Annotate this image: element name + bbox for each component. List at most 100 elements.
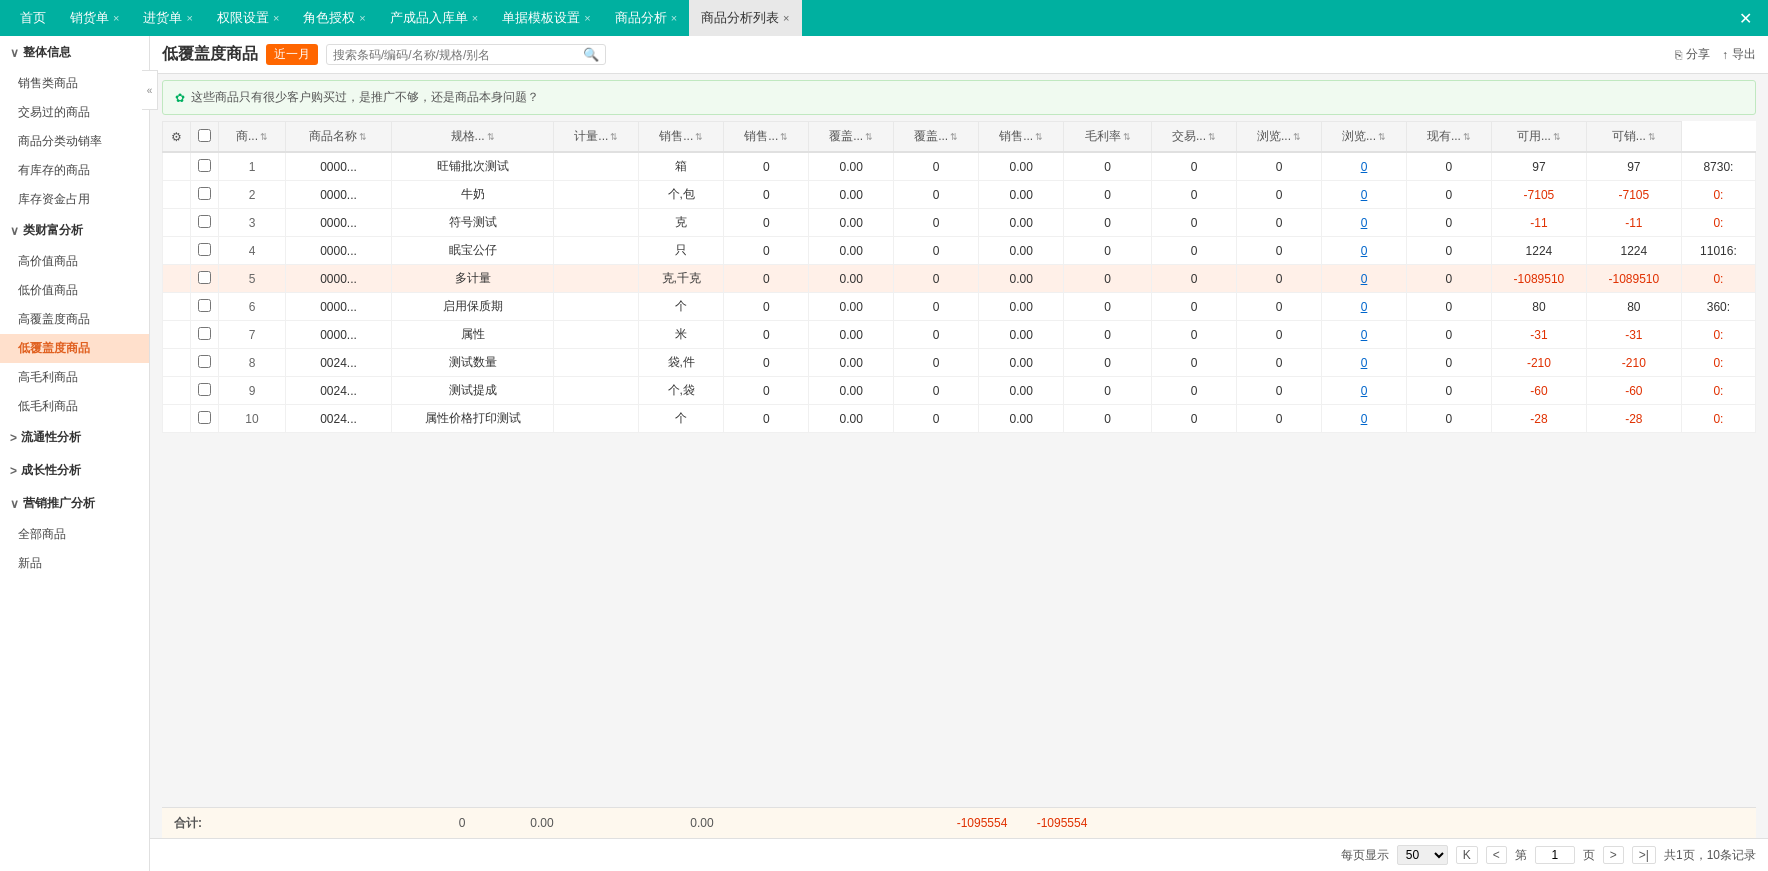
last-page-button[interactable]: >|	[1632, 846, 1656, 864]
sidebar-item-all-goods[interactable]: 全部商品	[0, 520, 149, 549]
footer-sales-qty: 0	[422, 814, 502, 832]
nav-finished-goods[interactable]: 产成品入库单 ×	[378, 0, 490, 36]
col-coverage-a[interactable]: 覆盖...⇅	[809, 122, 894, 153]
page-size-select[interactable]: 50 20 100 200	[1397, 845, 1448, 865]
row-checkbox[interactable]	[198, 411, 211, 424]
sidebar-item-stock-capital[interactable]: 库存资金占用	[0, 185, 149, 214]
nav-role-auth-close[interactable]: ×	[359, 12, 365, 24]
first-page-button[interactable]: K	[1456, 846, 1478, 864]
col-unit[interactable]: 计量...⇅	[554, 122, 639, 153]
row-checkbox[interactable]	[198, 327, 211, 340]
nav-home[interactable]: 首页	[8, 0, 58, 36]
prev-page-button[interactable]: <	[1486, 846, 1507, 864]
sidebar-item-sales-goods[interactable]: 销售类商品	[0, 69, 149, 98]
nav-finished-goods-close[interactable]: ×	[472, 12, 478, 24]
table-row: 60000...启用保质期个00.0000.00000008080360:	[163, 293, 1756, 321]
info-icon: ✿	[175, 91, 185, 105]
footer-spacer3	[742, 821, 942, 825]
table-row: 70000...属性米00.0000.0000000-31-310:	[163, 321, 1756, 349]
col-browse-b[interactable]: 浏览...⇅	[1322, 122, 1407, 153]
content-area: 低覆盖度商品 近一月 🔍 ⎘ 分享 ↑ 导出 ✿ 这些商品只有很少客户购买过，是…	[150, 36, 1768, 871]
period-button[interactable]: 近一月	[266, 44, 318, 65]
col-name[interactable]: 商品名称⇅	[286, 122, 392, 153]
row-checkbox[interactable]	[198, 383, 211, 396]
nav-role-auth[interactable]: 角色授权 ×	[291, 0, 377, 36]
footer-label: 合计:	[174, 815, 202, 832]
next-page-button[interactable]: >	[1603, 846, 1624, 864]
col-browse-a[interactable]: 浏览...⇅	[1237, 122, 1322, 153]
sidebar-item-traded-goods[interactable]: 交易过的商品	[0, 98, 149, 127]
nav-product-analysis-close[interactable]: ×	[671, 12, 677, 24]
footer-available: -1095554	[1022, 814, 1102, 832]
nav-purchase-order[interactable]: 进货单 ×	[131, 0, 204, 36]
sidebar-item-low-value[interactable]: 低价值商品	[0, 276, 149, 305]
footer-sales-amt: 0.00	[502, 814, 582, 832]
page-number-input[interactable]	[1535, 846, 1575, 864]
search-icon[interactable]: 🔍	[583, 47, 599, 62]
nav-permissions[interactable]: 权限设置 ×	[205, 0, 291, 36]
nav-permissions-close[interactable]: ×	[273, 12, 279, 24]
sidebar-item-high-value[interactable]: 高价值商品	[0, 247, 149, 276]
export-icon: ↑	[1722, 48, 1728, 62]
window-close-button[interactable]: ✕	[1731, 9, 1760, 28]
col-sales-c[interactable]: 销售...⇅	[979, 122, 1064, 153]
search-input[interactable]	[333, 48, 583, 62]
export-button[interactable]: ↑ 导出	[1722, 46, 1756, 63]
row-checkbox[interactable]	[198, 271, 211, 284]
nav-purchase-order-close[interactable]: ×	[186, 12, 192, 24]
table-footer: 合计: 0 0.00 0.00 -1095554 -1095554	[162, 807, 1756, 838]
nav-template-settings[interactable]: 单据模板设置 ×	[490, 0, 602, 36]
footer-spacer2	[582, 821, 662, 825]
search-box: 🔍	[326, 44, 606, 65]
col-sales-qty[interactable]: 销售...⇅	[639, 122, 724, 153]
nav-template-settings-close[interactable]: ×	[584, 12, 590, 24]
sidebar-item-high-coverage[interactable]: 高覆盖度商品	[0, 305, 149, 334]
total-info: 共1页，10条记录	[1664, 847, 1756, 864]
share-button[interactable]: ⎘ 分享	[1675, 46, 1710, 63]
table-row: 50000...多计量克,千克00.0000.0000000-1089510-1…	[163, 265, 1756, 293]
table-wrapper[interactable]: ⚙ 商...⇅ 商品名称⇅ 规格...⇅ 计量...⇅ 销售...⇅ 销售...…	[162, 121, 1756, 807]
nav-sales-order[interactable]: 销货单 ×	[58, 0, 131, 36]
col-coverage-b[interactable]: 覆盖...⇅	[894, 122, 979, 153]
nav-product-analysis-list-close[interactable]: ×	[783, 12, 789, 24]
col-trade[interactable]: 交易...⇅	[1152, 122, 1237, 153]
pagination-bar: 每页显示 50 20 100 200 K < 第 页 > >| 共1页，10条记…	[150, 838, 1768, 871]
header-actions: ⎘ 分享 ↑ 导出	[1675, 46, 1756, 63]
sidebar-section-wealth[interactable]: ∨ 类财富分析	[0, 214, 149, 247]
nav-product-analysis-list[interactable]: 商品分析列表 ×	[689, 0, 801, 36]
sidebar-item-low-margin[interactable]: 低毛利商品	[0, 392, 149, 421]
sidebar-item-low-coverage[interactable]: 低覆盖度商品	[0, 334, 149, 363]
col-sellable[interactable]: 可销...⇅	[1586, 122, 1681, 153]
sidebar-item-stocked-goods[interactable]: 有库存的商品	[0, 156, 149, 185]
sidebar-section-liquidity[interactable]: > 流通性分析	[0, 421, 149, 454]
nav-product-analysis[interactable]: 商品分析 ×	[603, 0, 689, 36]
row-checkbox[interactable]	[198, 299, 211, 312]
footer-current-stock: -1095554	[942, 814, 1022, 832]
main-layout: ∨ 整体信息 销售类商品 交易过的商品 商品分类动销率 有库存的商品 库存资金占…	[0, 36, 1768, 871]
col-sales-amt[interactable]: 销售...⇅	[724, 122, 809, 153]
sidebar-item-category-rate[interactable]: 商品分类动销率	[0, 127, 149, 156]
col-available[interactable]: 可用...⇅	[1491, 122, 1586, 153]
sidebar-item-new-goods[interactable]: 新品	[0, 549, 149, 578]
sidebar-item-high-margin[interactable]: 高毛利商品	[0, 363, 149, 392]
row-checkbox[interactable]	[198, 187, 211, 200]
top-nav: 首页 销货单 × 进货单 × 权限设置 × 角色授权 × 产成品入库单 × 单据…	[0, 0, 1768, 36]
row-checkbox[interactable]	[198, 159, 211, 172]
col-checkbox[interactable]	[191, 122, 219, 153]
table-row: 90024...测试提成个,袋00.0000.0000000-60-600:	[163, 377, 1756, 405]
row-checkbox[interactable]	[198, 215, 211, 228]
sidebar-section-overview[interactable]: ∨ 整体信息	[0, 36, 149, 69]
row-checkbox[interactable]	[198, 243, 211, 256]
sidebar-section-marketing[interactable]: ∨ 营销推广分析	[0, 487, 149, 520]
nav-sales-order-close[interactable]: ×	[113, 12, 119, 24]
col-current-stock[interactable]: 现有...⇅	[1406, 122, 1491, 153]
sidebar-collapse-button[interactable]: «	[142, 70, 158, 110]
arrow-icon-4: >	[10, 464, 17, 478]
col-spec[interactable]: 规格...⇅	[391, 122, 553, 153]
row-checkbox[interactable]	[198, 355, 211, 368]
col-gross-rate[interactable]: 毛利率⇅	[1064, 122, 1152, 153]
select-all-checkbox[interactable]	[198, 129, 211, 142]
col-code[interactable]: 商...⇅	[219, 122, 286, 153]
sidebar-section-growth[interactable]: > 成长性分析	[0, 454, 149, 487]
col-settings[interactable]: ⚙	[163, 122, 191, 153]
